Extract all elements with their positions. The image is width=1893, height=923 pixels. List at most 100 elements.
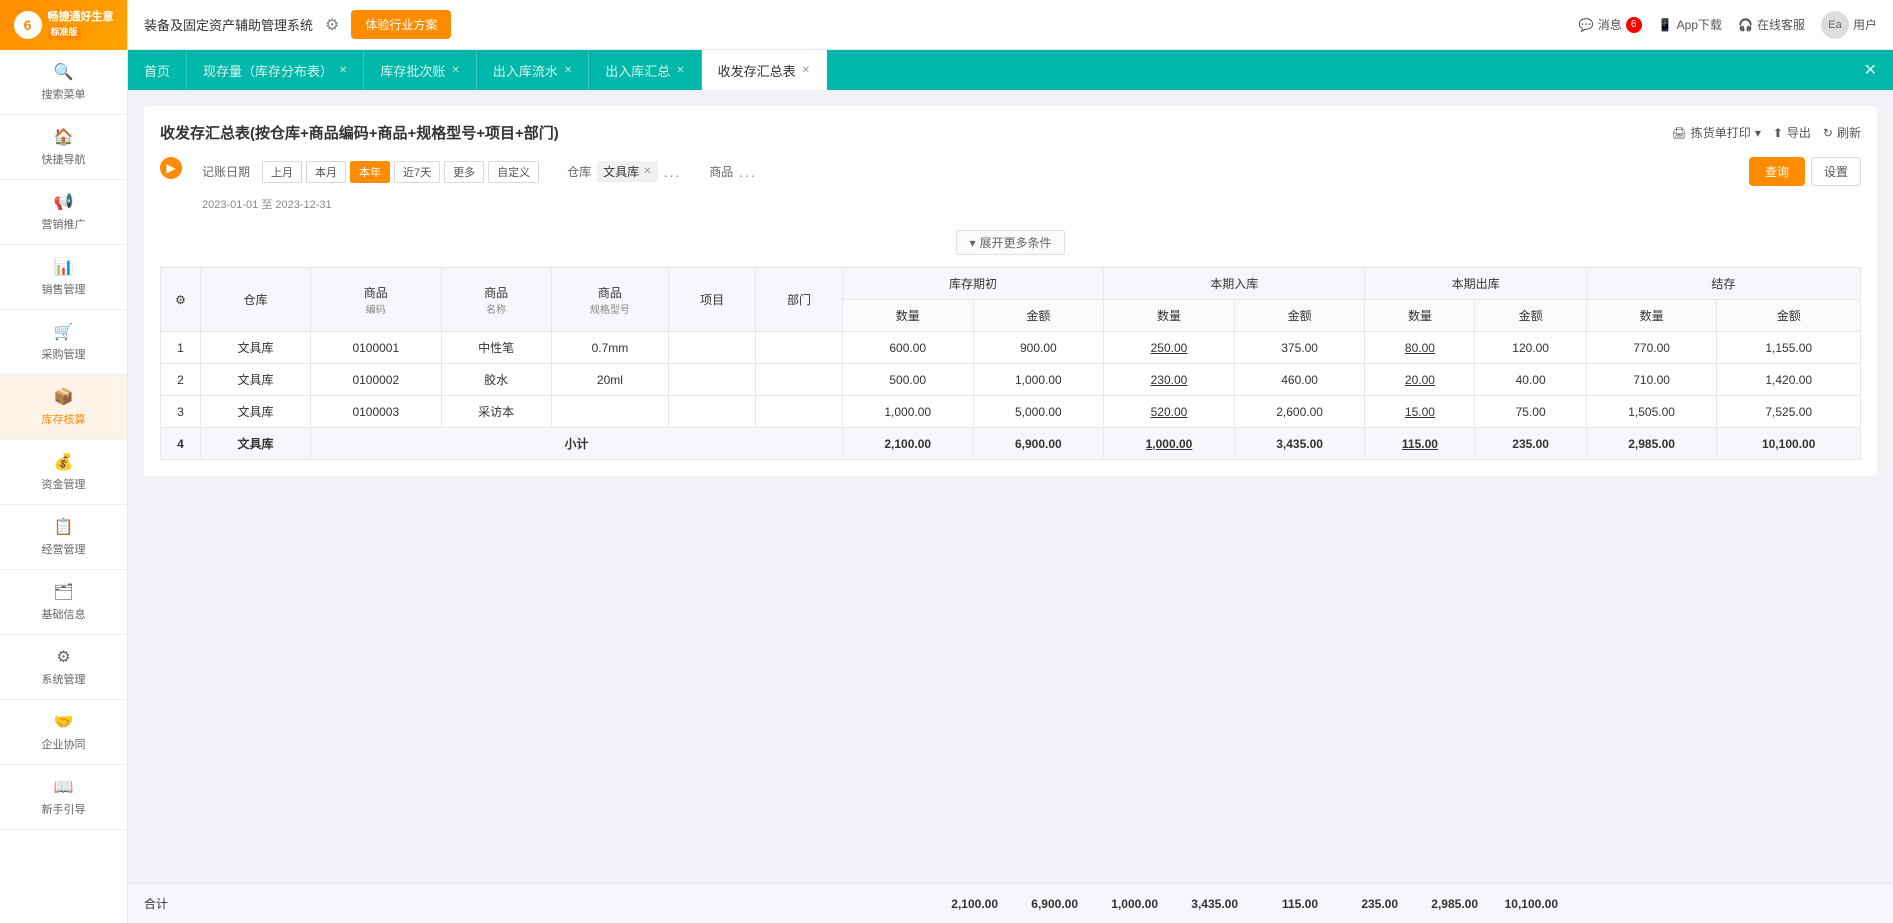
subtotal-opening-qty: 2,100.00 — [842, 428, 973, 460]
date-btn-more[interactable]: 更多 — [444, 161, 484, 183]
content-area: 收发存汇总表(按仓库+商品编码+商品+规格型号+项目+部门) 🖨 拣货单打印 ▾… — [128, 90, 1893, 923]
row-goods-code: 0100003 — [310, 396, 441, 428]
tab-close-receive-send-summary[interactable]: ✕ — [802, 65, 810, 76]
set-button[interactable]: 设置 — [1811, 157, 1861, 186]
tab-close-batch-ledger[interactable]: ✕ — [451, 65, 459, 76]
tab-label-inventory-dist: 现存量（库存分布表） — [203, 61, 333, 80]
date-btn-this-year[interactable]: 本年 — [350, 161, 390, 183]
table-row: 1 文具库 0100001 中性笔 0.7mm 600.00 900.00 25… — [161, 332, 1861, 364]
print-button[interactable]: 🖨 拣货单打印 ▾ — [1672, 124, 1761, 141]
tab-close-inventory-dist[interactable]: ✕ — [339, 65, 347, 76]
message-button[interactable]: 💬 消息 6 — [1579, 16, 1642, 33]
subtotal-closing-amt: 10,100.00 — [1717, 428, 1861, 460]
row-opening-amt: 5,000.00 — [973, 396, 1104, 428]
quick-nav-icon: 🏠 — [54, 127, 74, 147]
row-out-qty[interactable]: 15.00 — [1365, 396, 1475, 428]
query-button[interactable]: 查询 — [1749, 157, 1805, 186]
sidebar-item-quick-nav[interactable]: 🏠快捷导航 — [0, 115, 127, 180]
row-department — [756, 396, 843, 428]
opening-amt-header: 金额 — [973, 300, 1104, 332]
app-download-button[interactable]: 📱 App下载 — [1658, 16, 1722, 33]
total-opening-amt: 6,900.00 — [1008, 897, 1088, 911]
config-button[interactable]: ⚙ — [325, 15, 339, 35]
export-button[interactable]: ⬆ 导出 — [1773, 124, 1811, 141]
goods-more-button[interactable]: ... — [739, 164, 757, 180]
goods-name-col-header: 商品名称 — [441, 268, 551, 332]
sidebar-item-inventory[interactable]: 📦库存核算 — [0, 375, 127, 440]
gear-col-header[interactable]: ⚙ — [161, 268, 201, 332]
gear-icon: ⚙ — [175, 293, 186, 307]
row-out-qty[interactable]: 20.00 — [1365, 364, 1475, 396]
row-in-qty[interactable]: 520.00 — [1104, 396, 1235, 428]
subtotal-in-qty[interactable]: 1,000.00 — [1104, 428, 1235, 460]
sidebar: 6 畅捷通好生意 标准版 🔍搜索菜单🏠快捷导航📢营销推广📊销售管理🛒采购管理📦库… — [0, 0, 128, 923]
topbar-left: 装备及固定资产辅助管理系统 ⚙ 体验行业方案 — [144, 10, 451, 39]
date-btn-this-month[interactable]: 本月 — [306, 161, 346, 183]
row-in-qty[interactable]: 250.00 — [1104, 332, 1235, 364]
user-label: 用户 — [1853, 16, 1877, 33]
row-closing-qty: 770.00 — [1586, 332, 1717, 364]
tab-close-in-out-summary[interactable]: ✕ — [676, 65, 684, 76]
total-out-amt: 235.00 — [1328, 897, 1408, 911]
sidebar-item-label: 经营管理 — [42, 541, 86, 557]
warehouse-tag[interactable]: 文具库 ✕ — [597, 161, 657, 182]
date-btn-last-month[interactable]: 上月 — [262, 161, 302, 183]
logo-text: 畅捷通好生意 标准版 — [48, 10, 114, 40]
subtotal-out-qty[interactable]: 115.00 — [1365, 428, 1475, 460]
in-group-header: 本期入库 — [1104, 268, 1365, 300]
row-out-qty[interactable]: 80.00 — [1365, 332, 1475, 364]
refresh-button[interactable]: ↻ 刷新 — [1823, 124, 1861, 141]
tab-in-out-flow[interactable]: 出入库流水✕ — [477, 50, 589, 90]
user-menu[interactable]: Ea 用户 — [1821, 11, 1877, 39]
online-service-button[interactable]: 🎧 在线客服 — [1738, 16, 1805, 33]
warehouse-more-button[interactable]: ... — [664, 164, 682, 180]
sidebar-item-enterprise[interactable]: 🤝企业协同 — [0, 700, 127, 765]
tab-batch-ledger[interactable]: 库存批次账✕ — [364, 50, 476, 90]
row-no: 3 — [161, 396, 201, 428]
tab-inventory-dist[interactable]: 现存量（库存分布表） ✕ — [187, 50, 364, 90]
search-icon: 🔍 — [54, 62, 74, 82]
sidebar-item-business[interactable]: 📋经营管理 — [0, 505, 127, 570]
filter-row: 记账日期 上月 本月 本年 近7天 更多 自定义 仓库 文具库 — [202, 157, 1861, 186]
guide-icon: 📖 — [54, 777, 74, 797]
row-opening-qty: 1,000.00 — [842, 396, 973, 428]
row-goods-spec: 0.7mm — [551, 332, 669, 364]
sidebar-item-system[interactable]: ⚙系统管理 — [0, 635, 127, 700]
expand-row: ▾ 展开更多条件 — [160, 230, 1861, 255]
closing-qty-header: 数量 — [1586, 300, 1717, 332]
total-closing-qty: 2,985.00 — [1408, 897, 1488, 911]
trial-button[interactable]: 体验行业方案 — [351, 10, 451, 39]
sidebar-item-sales[interactable]: 📊销售管理 — [0, 245, 127, 310]
total-in-qty: 1,000.00 — [1088, 897, 1168, 911]
out-qty-header: 数量 — [1365, 300, 1475, 332]
row-in-qty[interactable]: 230.00 — [1104, 364, 1235, 396]
tab-in-out-summary[interactable]: 出入库汇总✕ — [589, 50, 701, 90]
sidebar-item-label: 采购管理 — [42, 346, 86, 362]
sidebar-item-basic-info[interactable]: 🗂基础信息 — [0, 570, 127, 635]
sidebar-item-guide[interactable]: 📖新手引导 — [0, 765, 127, 830]
tab-close-in-out-flow[interactable]: ✕ — [564, 65, 572, 76]
date-btn-custom[interactable]: 自定义 — [488, 161, 539, 183]
total-closing-amt: 10,100.00 — [1488, 897, 1568, 911]
sidebar-logo: 6 畅捷通好生意 标准版 — [0, 0, 127, 50]
sidebar-item-finance[interactable]: 💰资金管理 — [0, 440, 127, 505]
inventory-icon: 📦 — [54, 387, 74, 407]
date-label: 记账日期 — [202, 163, 250, 180]
warehouse-tag-close[interactable]: ✕ — [643, 166, 651, 177]
tabbar: 首页现存量（库存分布表）✕库存批次账✕出入库流水✕出入库汇总✕收发存汇总表✕ ✕ — [128, 50, 1893, 90]
row-opening-amt: 1,000.00 — [973, 364, 1104, 396]
tab-home[interactable]: 首页 — [128, 50, 187, 90]
filter-toggle-button[interactable]: ▶ — [160, 157, 182, 179]
sidebar-item-purchase[interactable]: 🛒采购管理 — [0, 310, 127, 375]
table-header-row-1: ⚙ 仓库 商品编码 商品名称 商品规格型号 项目 部门 库存期初 本期入库 本期… — [161, 268, 1861, 300]
tab-receive-send-summary[interactable]: 收发存汇总表✕ — [702, 50, 827, 90]
subtotal-opening-amt: 6,900.00 — [973, 428, 1104, 460]
content-card: 收发存汇总表(按仓库+商品编码+商品+规格型号+项目+部门) 🖨 拣货单打印 ▾… — [144, 106, 1877, 476]
row-project — [669, 364, 756, 396]
sidebar-item-marketing[interactable]: 📢营销推广 — [0, 180, 127, 245]
expand-conditions-button[interactable]: ▾ 展开更多条件 — [956, 230, 1064, 255]
date-btn-7days[interactable]: 近7天 — [394, 161, 440, 183]
sidebar-item-search[interactable]: 🔍搜索菜单 — [0, 50, 127, 115]
tabbar-close-button[interactable]: ✕ — [1848, 60, 1893, 80]
refresh-icon: ↻ — [1823, 126, 1833, 140]
